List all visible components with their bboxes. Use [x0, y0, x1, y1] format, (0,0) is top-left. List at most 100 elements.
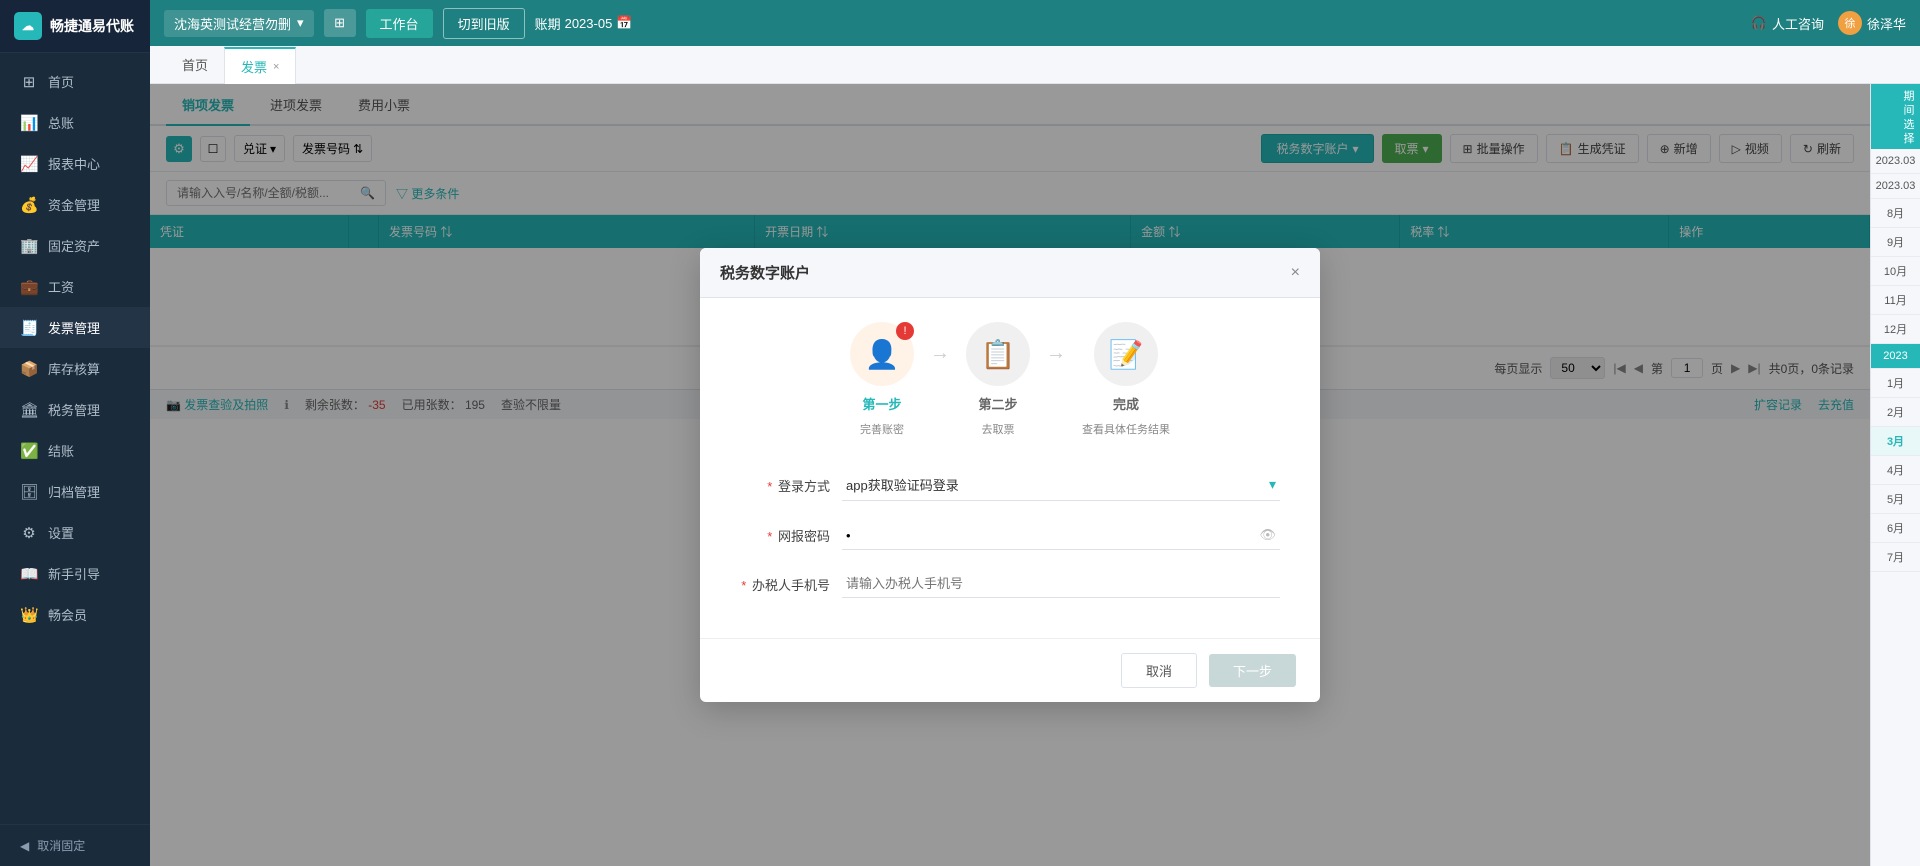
next-button[interactable]: 下一步 — [1209, 654, 1296, 687]
period-header[interactable]: 期 间 选 择 — [1871, 84, 1920, 149]
sidebar-item-工资[interactable]: 💼工资 — [0, 266, 150, 307]
sidebar-item-发票管理[interactable]: 🧾 发票管理 — [0, 307, 150, 348]
sidebar-item-畅会员[interactable]: 👑 畅会员 — [0, 594, 150, 635]
sidebar-item-首页[interactable]: ⊞ 首页 — [0, 61, 150, 102]
period-header-label2: 间 — [1902, 104, 1914, 115]
period-panel: 期 间 选 择 2023.032023.038月9月10月11月12月20231… — [1870, 84, 1920, 866]
period-header-label: 期 — [1902, 90, 1914, 101]
period-item-7月[interactable]: 7月 — [1871, 543, 1920, 572]
login-method-value: app获取验证码登录 — [846, 475, 1265, 494]
support-label: 人工咨询 — [1772, 14, 1824, 33]
period-item-3月[interactable]: 3月 — [1871, 427, 1920, 456]
step-3-desc: 查看具体任务结果 — [1082, 421, 1170, 437]
period-item-2023[interactable]: 2023 — [1871, 344, 1920, 369]
period-item-10月[interactable]: 10月 — [1871, 257, 1920, 286]
sidebar-icon: 👑 — [20, 606, 38, 624]
headset-icon: 🎧 — [1751, 15, 1767, 31]
sidebar-icon: ⊞ — [20, 73, 38, 91]
calendar-icon[interactable]: 📅 — [616, 15, 632, 31]
switch-old-button[interactable]: 切到旧版 — [443, 8, 525, 39]
login-method-selector[interactable]: app获取验证码登录 ▾ — [842, 469, 1280, 501]
tab-发票[interactable]: 发票× — [224, 47, 296, 84]
step-1-desc: 完善账密 — [860, 421, 904, 437]
sidebar-item-label: 发票管理 — [48, 318, 100, 337]
tab-首页[interactable]: 首页 — [166, 47, 224, 82]
sidebar-icon: 💼 — [20, 278, 38, 296]
step-2-desc: 去取票 — [982, 421, 1015, 437]
phone-input[interactable] — [846, 576, 1276, 591]
login-method-label: * 登录方式 — [740, 476, 830, 495]
user-profile[interactable]: 徐 徐泽华 — [1838, 11, 1906, 35]
eye-icon[interactable]: 👁 — [1259, 527, 1276, 543]
password-row: * 网报密码 👁 — [740, 521, 1280, 550]
sidebar-item-总账[interactable]: 📊总账 — [0, 102, 150, 143]
period-item-2月[interactable]: 2月 — [1871, 398, 1920, 427]
support-btn[interactable]: 🎧 人工咨询 — [1751, 14, 1824, 33]
sidebar-icon: ⚙ — [20, 524, 38, 542]
sidebar-item-label: 首页 — [48, 72, 74, 91]
sidebar-item-固定资产[interactable]: 🏢固定资产 — [0, 225, 150, 266]
main-area: 沈海英测试经营勿删 ▾ ⊞ 工作台 切到旧版 账期 2023-05 📅 🎧 人工… — [150, 0, 1920, 866]
period-item-1月[interactable]: 1月 — [1871, 369, 1920, 398]
period-item-12月[interactable]: 12月 — [1871, 315, 1920, 344]
step-3: 📝 完成 查看具体任务结果 — [1082, 322, 1170, 437]
sidebar-item-报表中心[interactable]: 📈报表中心 — [0, 143, 150, 184]
modal-title: 税务数字账户 — [720, 262, 810, 283]
period-item-9月[interactable]: 9月 — [1871, 228, 1920, 257]
period-items: 2023.032023.038月9月10月11月12月20231月2月3月4月5… — [1871, 149, 1920, 572]
cancel-button[interactable]: 取消 — [1121, 653, 1197, 688]
sidebar-item-label: 畅会员 — [48, 605, 87, 624]
content-area: 销项发票进项发票费用小票 ⚙ ☐ 兑证 ▾ 发票号码 ⇅ — [150, 84, 1870, 866]
password-input[interactable] — [846, 528, 1255, 543]
avatar: 徐 — [1838, 11, 1862, 35]
step-arrow-1: → — [914, 342, 966, 365]
step-3-icon: 📝 — [1094, 322, 1158, 386]
sidebar-item-新手引导[interactable]: 📖新手引导 — [0, 553, 150, 594]
step-2: 📋 第二步 去取票 — [966, 322, 1030, 437]
period-item-6月[interactable]: 6月 — [1871, 514, 1920, 543]
sidebar-item-label: 归档管理 — [48, 482, 100, 501]
tab-close-icon[interactable]: × — [273, 61, 279, 73]
topbar: 沈海英测试经营勿删 ▾ ⊞ 工作台 切到旧版 账期 2023-05 📅 🎧 人工… — [150, 0, 1920, 46]
step-1-badge: ! — [896, 322, 914, 340]
period-label: 账期 — [535, 14, 561, 33]
sidebar-item-税务管理[interactable]: 🏛税务管理 — [0, 389, 150, 430]
user-name: 徐泽华 — [1867, 14, 1906, 33]
period-header-label4: 择 — [1902, 132, 1914, 143]
step-3-label: 完成 — [1113, 394, 1139, 413]
period-item-4月[interactable]: 4月 — [1871, 456, 1920, 485]
period-item-8月[interactable]: 8月 — [1871, 199, 1920, 228]
steps-container: 👤 ! 第一步 完善账密 → � — [740, 322, 1280, 437]
sidebar-item-资金管理[interactable]: 💰资金管理 — [0, 184, 150, 225]
step-1: 👤 ! 第一步 完善账密 — [850, 322, 914, 437]
sidebar-nav: ⊞ 首页 📊总账📈报表中心💰资金管理🏢固定资产💼工资 🧾 发票管理 📦库存核算🏛税务管理✅… — [0, 53, 150, 824]
period-item-11月[interactable]: 11月 — [1871, 286, 1920, 315]
workbench-button[interactable]: 工作台 — [366, 9, 433, 38]
period-item-2023.03[interactable]: 2023.03 — [1871, 174, 1920, 199]
tabbar: 首页发票× — [150, 46, 1920, 84]
modal-close-btn[interactable]: × — [1291, 264, 1300, 282]
sidebar-item-结账[interactable]: ✅结账 — [0, 430, 150, 471]
sidebar-icon: 🧾 — [20, 319, 38, 337]
sidebar-item-设置[interactable]: ⚙ 设置 — [0, 512, 150, 553]
login-method-dropdown-icon: ▾ — [1269, 476, 1276, 493]
login-method-row: * 登录方式 app获取验证码登录 ▾ — [740, 469, 1280, 501]
sidebar-icon: 📖 — [20, 565, 38, 583]
period-header-label3: 选 — [1902, 118, 1914, 129]
period-item-2023.03[interactable]: 2023.03 — [1871, 149, 1920, 174]
company-selector[interactable]: 沈海英测试经营勿删 ▾ — [164, 10, 314, 37]
tab-label: 首页 — [182, 55, 208, 74]
company-icon-btn[interactable]: ⊞ — [324, 9, 356, 37]
sidebar-bottom[interactable]: ◀ 取消固定 — [0, 824, 150, 866]
content-wrapper: 销项发票进项发票费用小票 ⚙ ☐ 兑证 ▾ 发票号码 ⇅ — [150, 84, 1920, 866]
sidebar-item-库存核算[interactable]: 📦库存核算 — [0, 348, 150, 389]
period-display: 账期 2023-05 📅 — [535, 14, 633, 33]
sidebar-icon: 🏢 — [20, 237, 38, 255]
password-field-wrapper: 👁 — [842, 521, 1280, 550]
sidebar-item-label: 设置 — [48, 523, 74, 542]
sidebar-icon: 📈 — [20, 155, 38, 173]
period-item-5月[interactable]: 5月 — [1871, 485, 1920, 514]
pin-icon: ◀ — [20, 839, 29, 853]
unpin-label: 取消固定 — [37, 837, 85, 854]
sidebar-item-归档管理[interactable]: 🗄归档管理 — [0, 471, 150, 512]
